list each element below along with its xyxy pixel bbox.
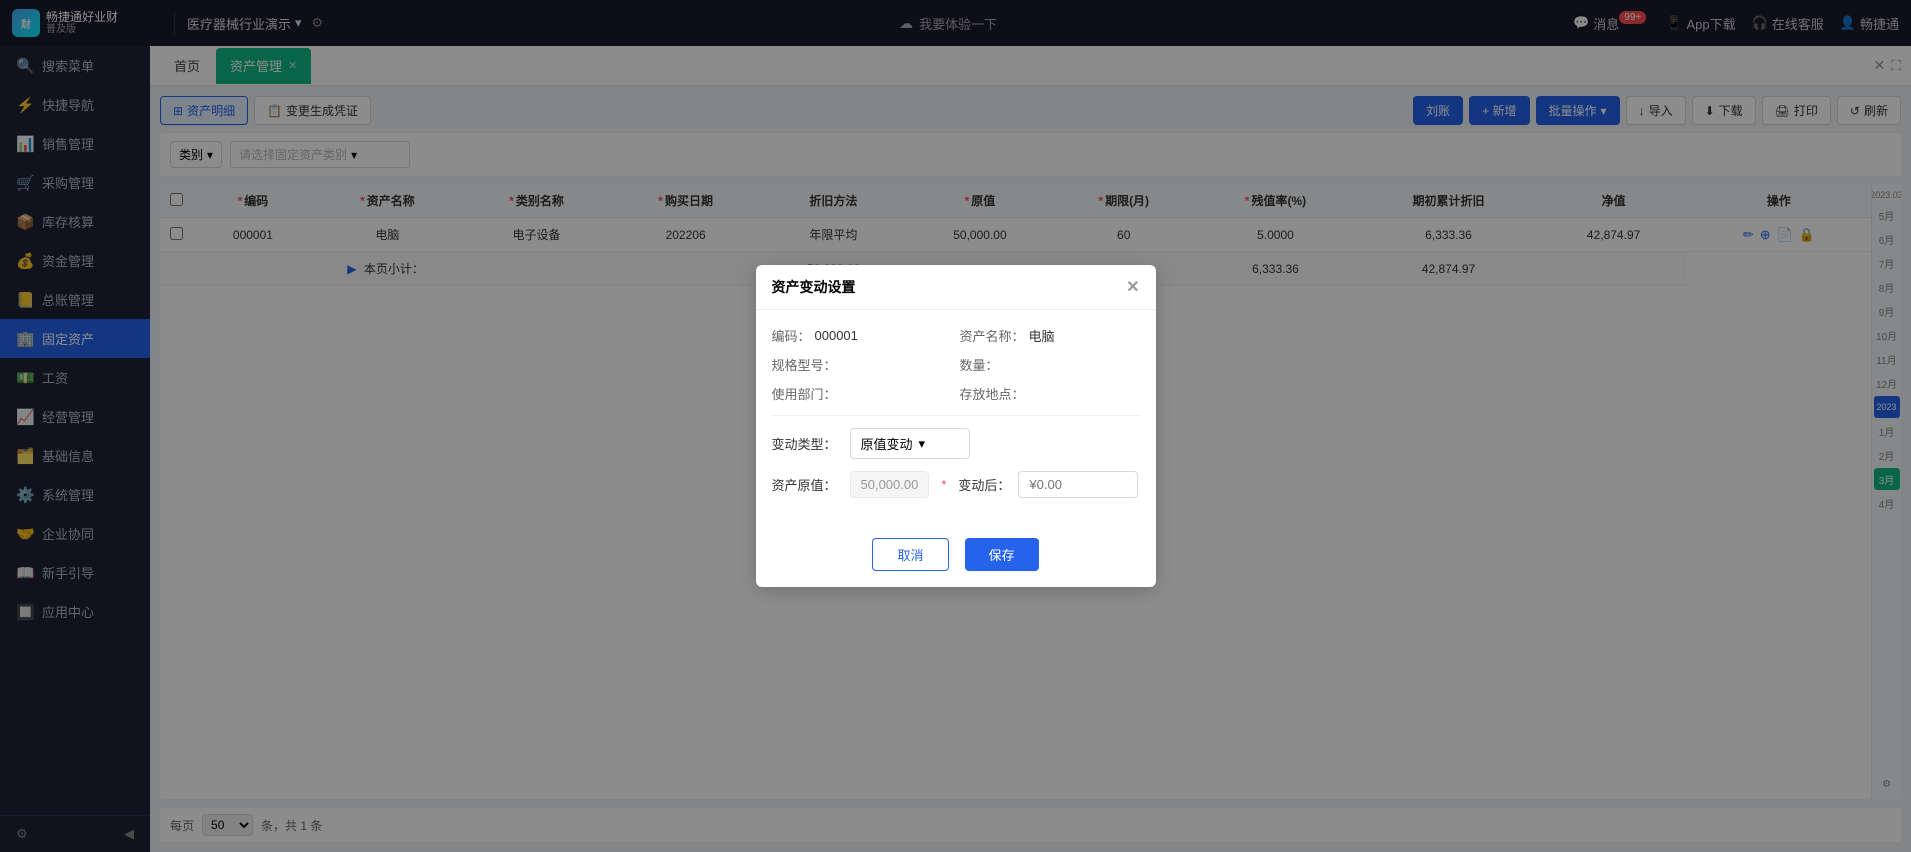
modal-qty-field: 数量： bbox=[960, 355, 1140, 374]
modal-location-field: 存放地点： bbox=[960, 384, 1140, 403]
change-type-chevron-icon: ▾ bbox=[919, 436, 926, 452]
save-button[interactable]: 保存 bbox=[965, 538, 1039, 571]
modal-divider bbox=[772, 415, 1140, 416]
modal-title: 资产变动设置 bbox=[772, 277, 856, 297]
modal-spec-field: 规格型号： bbox=[772, 355, 952, 374]
modal-overlay: 资产变动设置 ✕ 编码： 000001 资产名称： 电脑 规格型号： 数量： bbox=[0, 0, 1911, 852]
change-type-row: 变动类型： 原值变动 ▾ bbox=[772, 428, 1140, 459]
modal-body: 编码： 000001 资产名称： 电脑 规格型号： 数量： 使用部门： bbox=[756, 310, 1156, 526]
required-star: * bbox=[941, 477, 946, 492]
modal-dept-field: 使用部门： bbox=[772, 384, 952, 403]
modal-asset-name-field: 资产名称： 电脑 bbox=[960, 326, 1140, 345]
change-type-select[interactable]: 原值变动 ▾ bbox=[850, 428, 970, 459]
after-change-input[interactable] bbox=[1018, 471, 1138, 498]
modal-code-field: 编码： 000001 bbox=[772, 326, 952, 345]
modal-header: 资产变动设置 ✕ bbox=[756, 265, 1156, 310]
original-value-display: 50,000.00 bbox=[850, 471, 930, 498]
cancel-button[interactable]: 取消 bbox=[872, 538, 948, 571]
modal-footer: 取消 保存 bbox=[756, 526, 1156, 587]
modal-close-btn[interactable]: ✕ bbox=[1126, 277, 1139, 297]
asset-change-modal: 资产变动设置 ✕ 编码： 000001 资产名称： 电脑 规格型号： 数量： bbox=[756, 265, 1156, 587]
modal-info-grid: 编码： 000001 资产名称： 电脑 规格型号： 数量： 使用部门： bbox=[772, 326, 1140, 403]
original-value-row: 资产原值： 50,000.00 * 变动后： bbox=[772, 471, 1140, 498]
